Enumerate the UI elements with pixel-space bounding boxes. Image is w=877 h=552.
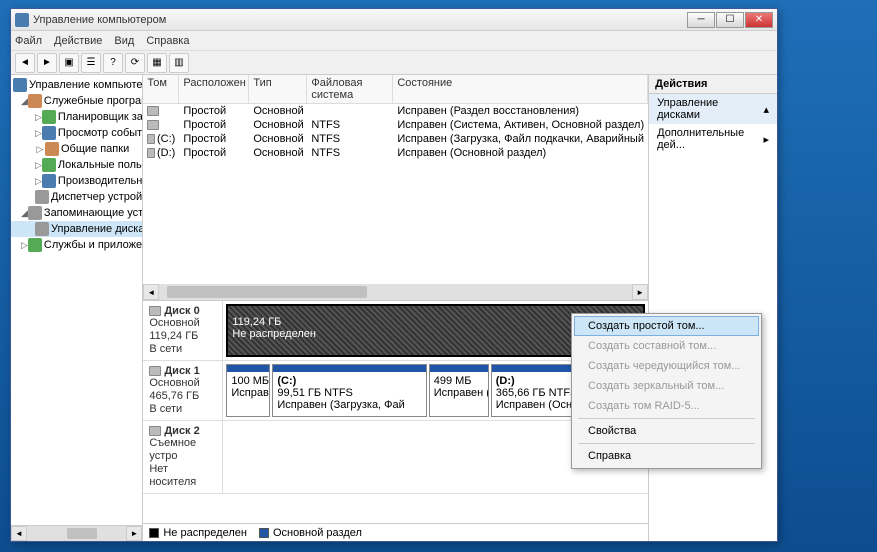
tool-button-2[interactable]: ▥ — [169, 53, 189, 73]
tree-disk-management[interactable]: Управление дисками — [11, 221, 142, 237]
disk-1-part-0[interactable]: 100 МБ IИсправе — [226, 364, 270, 417]
menu-action[interactable]: Действие — [54, 35, 102, 47]
titlebar[interactable]: Управление компьютером ─ ☐ ✕ — [11, 9, 777, 31]
col-fs[interactable]: Файловая система — [307, 75, 393, 103]
legend-primary-icon — [259, 528, 269, 538]
disk-icon — [149, 306, 161, 316]
tree-shared[interactable]: ▷Общие папки — [11, 141, 142, 157]
tree-services[interactable]: ▷Службы и приложения — [11, 237, 142, 253]
up-button[interactable]: ▣ — [59, 53, 79, 73]
ctx-new-mirrored-volume: Создать зеркальный том... — [574, 376, 759, 396]
volume-icon — [147, 134, 155, 144]
menu-view[interactable]: Вид — [114, 35, 134, 47]
maximize-button[interactable]: ☐ — [716, 12, 744, 28]
options-button[interactable]: ☰ — [81, 53, 101, 73]
volume-list-header[interactable]: Том Расположен Тип Файловая система Сост… — [143, 75, 648, 104]
back-button[interactable]: ◄ — [15, 53, 35, 73]
disk-icon — [35, 222, 49, 236]
tree-perf[interactable]: ▷Производительность — [11, 173, 142, 189]
main-pane: Том Расположен Тип Файловая система Сост… — [143, 75, 648, 541]
tree-scheduler[interactable]: ▷Планировщик заданий — [11, 109, 142, 125]
wrench-icon — [28, 94, 42, 108]
gear-icon — [28, 238, 42, 252]
disk-1-part-c[interactable]: (C:)99,51 ГБ NTFSИсправен (Загрузка, Фай — [272, 364, 426, 417]
ctx-properties[interactable]: Свойства — [574, 421, 759, 441]
separator — [578, 443, 755, 444]
context-menu: Создать простой том... Создать составной… — [571, 313, 762, 469]
volume-row[interactable]: (C:)ПростойОсновнойNTFSИсправен (Загрузк… — [143, 132, 648, 146]
tree-storage[interactable]: ◢Запоминающие устройс — [11, 205, 142, 221]
minimize-button[interactable]: ─ — [687, 12, 715, 28]
tree-devmgr[interactable]: Диспетчер устройств — [11, 189, 142, 205]
refresh-button[interactable]: ⟳ — [125, 53, 145, 73]
volume-list: Том Расположен Тип Файловая система Сост… — [143, 75, 648, 301]
app-icon — [15, 13, 29, 27]
forward-button[interactable]: ► — [37, 53, 57, 73]
menubar: Файл Действие Вид Справка — [11, 31, 777, 51]
tree-system-tools[interactable]: ◢Служебные программы — [11, 93, 142, 109]
volume-icon — [147, 120, 159, 130]
col-type[interactable]: Тип — [249, 75, 307, 103]
ctx-new-striped-volume: Создать чередующийся том... — [574, 356, 759, 376]
tree-local-users[interactable]: ▷Локальные пользоват — [11, 157, 142, 173]
tool-button[interactable]: ▦ — [147, 53, 167, 73]
tree-hscroll[interactable]: ◄► — [11, 525, 142, 541]
ctx-new-raid5-volume: Создать том RAID-5... — [574, 396, 759, 416]
folder-icon — [45, 142, 59, 156]
ctx-new-spanned-volume: Создать составной том... — [574, 336, 759, 356]
tree-root[interactable]: Управление компьютером (л — [11, 77, 142, 93]
volume-row[interactable]: ПростойОсновнойИсправен (Раздел восстано… — [143, 104, 648, 118]
disk-icon — [149, 366, 161, 376]
disk-2-header[interactable]: Диск 2 Съемное устро Нет носителя — [143, 421, 223, 493]
help-button[interactable]: ? — [103, 53, 123, 73]
chart-icon — [42, 174, 56, 188]
computer-icon — [13, 78, 27, 92]
disk-1-part-recovery[interactable]: 499 МБИсправен (Р — [429, 364, 489, 417]
volume-hscroll[interactable]: ◄► — [143, 284, 648, 300]
device-icon — [35, 190, 49, 204]
toolbar: ◄ ► ▣ ☰ ? ⟳ ▦ ▥ — [11, 51, 777, 75]
disk-1-header[interactable]: Диск 1 Основной 465,76 ГБ В сети — [143, 361, 223, 420]
actions-more[interactable]: Дополнительные дей...▸ — [649, 124, 777, 154]
cd-icon — [149, 426, 161, 436]
chevron-right-icon: ▸ — [763, 133, 769, 146]
close-button[interactable]: ✕ — [745, 12, 773, 28]
actions-header: Действия — [649, 75, 777, 94]
tree-event-viewer[interactable]: ▷Просмотр событий — [11, 125, 142, 141]
chevron-up-icon: ▴ — [763, 103, 769, 116]
legend-unallocated-icon — [149, 528, 159, 538]
window-title: Управление компьютером — [33, 14, 687, 26]
menu-help[interactable]: Справка — [146, 35, 189, 47]
storage-icon — [28, 206, 42, 220]
actions-pane: Действия Управление дисками▴ Дополнитель… — [648, 75, 777, 541]
volume-icon — [147, 148, 155, 158]
actions-disk-mgmt[interactable]: Управление дисками▴ — [649, 94, 777, 124]
menu-file[interactable]: Файл — [15, 35, 42, 47]
col-layout[interactable]: Расположен — [179, 75, 249, 103]
users-icon — [42, 158, 56, 172]
ctx-help[interactable]: Справка — [574, 446, 759, 466]
separator — [578, 418, 755, 419]
event-icon — [42, 126, 56, 140]
volume-row[interactable]: (D:)ПростойОсновнойNTFSИсправен (Основно… — [143, 146, 648, 160]
col-volume[interactable]: Том — [143, 75, 179, 103]
ctx-new-simple-volume[interactable]: Создать простой том... — [574, 316, 759, 336]
col-status[interactable]: Состояние — [393, 75, 648, 103]
clock-icon — [42, 110, 56, 124]
volume-row[interactable]: ПростойОсновнойNTFSИсправен (Система, Ак… — [143, 118, 648, 132]
disk-0-header[interactable]: Диск 0 Основной 119,24 ГБ В сети — [143, 301, 223, 360]
volume-icon — [147, 106, 159, 116]
tree-pane: Управление компьютером (л ◢Служебные про… — [11, 75, 143, 541]
legend: Не распределен Основной раздел — [143, 523, 648, 541]
